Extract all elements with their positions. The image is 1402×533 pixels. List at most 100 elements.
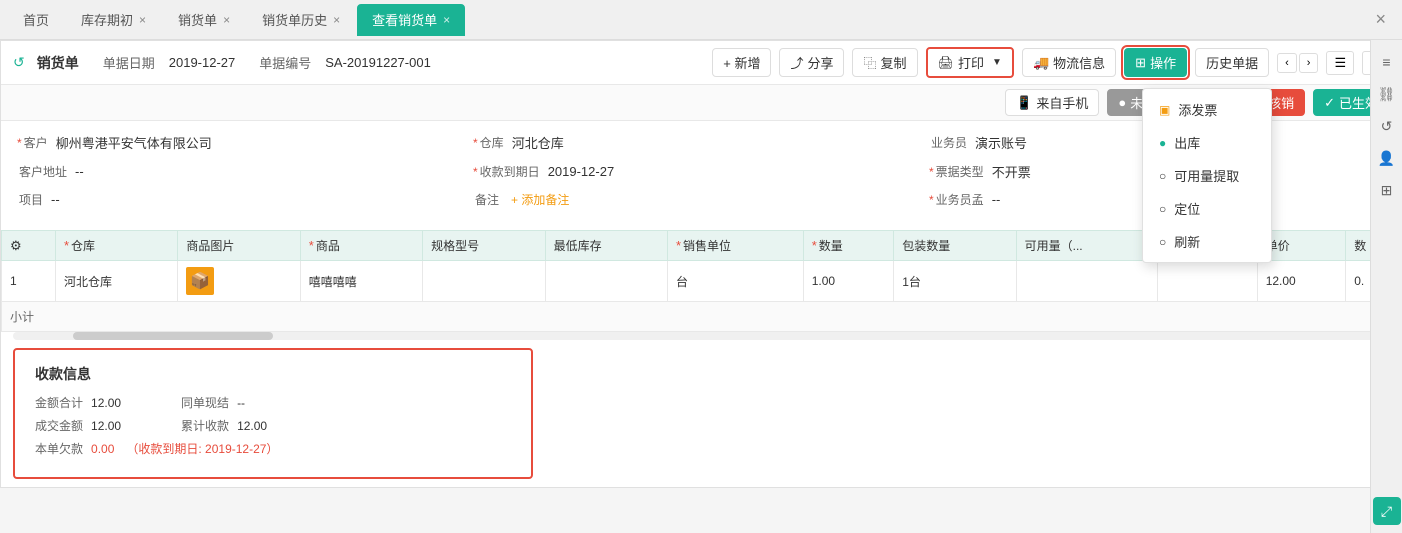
doc-icon: ↺ [13, 54, 25, 71]
col-spec: 规格型号 [423, 231, 545, 261]
ops-button[interactable]: ⊞ 操作 [1124, 48, 1187, 77]
share-button[interactable]: ⤴ 分享 [779, 48, 844, 77]
view-list-button[interactable]: ☰ [1326, 51, 1354, 75]
available-qty-icon: ○ [1159, 169, 1166, 183]
tab-sales-history-label: 销货单历史 [262, 10, 327, 29]
row-current [1157, 261, 1257, 302]
tab-sales-history-close[interactable]: × [333, 13, 340, 27]
nav-arrows: ‹ › [1277, 53, 1318, 73]
ops-icon: ⊞ [1135, 55, 1146, 71]
no-label: 单据编号 [259, 53, 311, 72]
subtotal-label: 小计 [2, 302, 1401, 332]
settings-icon[interactable]: ⚙ [10, 238, 22, 253]
menu-available-qty[interactable]: ○ 可用量提取 [1143, 159, 1271, 192]
print-dropdown-arrow: ▼ [992, 57, 1002, 68]
transaction-item: 成交金额 12.00 [35, 417, 121, 434]
new-button-label: + 新增 [723, 53, 760, 72]
col-available: 可用量（... [1016, 231, 1157, 261]
menu-add-invoice[interactable]: ▣ 添发票 [1143, 93, 1271, 126]
customer-label: 客户 [24, 134, 48, 151]
due-date-value: 2019-12-27 [548, 164, 615, 179]
tab-inventory-init-close[interactable]: × [139, 13, 146, 27]
truck-icon: 🚚 [1033, 55, 1049, 71]
total-amount-label: 金额合计 [35, 394, 83, 411]
tab-view-sales-label: 查看销货单 [372, 10, 437, 29]
address-label: 客户地址 [19, 163, 67, 180]
payment-row-1: 金额合计 12.00 同单现结 -- [35, 394, 511, 411]
menu-locate[interactable]: ○ 定位 [1143, 192, 1271, 225]
copy-button[interactable]: ⿻ 复制 [852, 48, 917, 77]
warehouse-field: * 仓库 河北仓库 [473, 133, 929, 152]
menu-refresh[interactable]: ○ 刷新 [1143, 225, 1271, 258]
transaction-value: 12.00 [91, 419, 121, 433]
project-field: 项目 -- [17, 191, 473, 208]
row-pack-qty: 1台 [894, 261, 1016, 302]
history-button-label: 历史单据 [1206, 53, 1258, 72]
col-warehouse: *仓库 [55, 231, 177, 261]
tab-inventory-init[interactable]: 库存期初 × [66, 4, 161, 36]
col-qty: *数量 [803, 231, 894, 261]
tab-sales-order-close[interactable]: × [223, 13, 230, 27]
cumulative-item: 累计收款 12.00 [181, 417, 267, 434]
staff2-value: -- [992, 192, 1001, 207]
address-field: 客户地址 -- [17, 163, 473, 180]
right-sidebar: ≡ ⛓ ↺ 👤 ⊞ ⤢ [1370, 40, 1402, 533]
tab-home-label: 首页 [23, 10, 49, 29]
tab-sales-history[interactable]: 销货单历史 × [247, 4, 355, 36]
share-button-label: 分享 [807, 53, 833, 72]
menu-outbound[interactable]: ● 出库 [1143, 126, 1271, 159]
tab-sales-order[interactable]: 销货单 × [163, 4, 245, 36]
row-product: 嘻嘻嘻嘻 [300, 261, 422, 302]
nav-prev-button[interactable]: ‹ [1277, 53, 1297, 73]
print-button[interactable]: 🖨 打印 ▼ [926, 47, 1014, 78]
global-close-button[interactable]: × [1367, 9, 1394, 30]
locate-icon: ○ [1159, 202, 1166, 216]
sidebar-icon-5[interactable]: ⊞ [1373, 176, 1401, 204]
locate-label: 定位 [1174, 199, 1200, 218]
add-invoice-label: 添发票 [1178, 100, 1217, 119]
same-settlement-label: 同单现结 [181, 394, 229, 411]
logistics-button[interactable]: 🚚 物流信息 [1022, 48, 1116, 77]
sidebar-icon-1[interactable]: ≡ [1373, 48, 1401, 76]
nav-next-button[interactable]: › [1299, 53, 1319, 73]
due-note: （收款到期日: 2019-12-27） [126, 440, 278, 457]
note-label: 备注 [475, 191, 499, 208]
sidebar-icon-expand[interactable]: ⤢ [1373, 497, 1401, 525]
print-icon: 🖨 [938, 55, 955, 71]
add-invoice-icon: ▣ [1159, 103, 1170, 117]
row-price: 12.00 [1257, 261, 1346, 302]
warehouse-value: 河北仓库 [512, 133, 564, 152]
sidebar-icon-3[interactable]: ↺ [1373, 112, 1401, 140]
staff2-star: * [929, 193, 934, 207]
row-spec [423, 261, 545, 302]
from-phone-label: 来自手机 [1036, 93, 1088, 112]
sidebar-icon-4[interactable]: 👤 [1373, 144, 1401, 172]
row-warehouse: 河北仓库 [55, 261, 177, 302]
payment-info: 收款信息 金额合计 12.00 同单现结 -- 成交金额 12.00 [13, 348, 533, 479]
col-settings: ⚙ [2, 231, 56, 261]
doc-title: 销货单 [37, 53, 79, 73]
payment-row-3: 本单欠款 0.00 （收款到期日: 2019-12-27） [35, 440, 511, 457]
ops-highlight-box: ⊞ 操作 [1124, 48, 1187, 77]
col-img: 商品图片 [178, 231, 300, 261]
sidebar-icon-2[interactable]: ⛓ [1373, 80, 1401, 108]
staff-label: 业务员 [931, 134, 967, 151]
new-button[interactable]: + 新增 [712, 48, 771, 77]
customer-field: * 客户 柳州粤港平安气体有限公司 [17, 133, 473, 152]
scroll-track[interactable] [13, 332, 1389, 340]
row-img: 📦 [178, 261, 300, 302]
row-qty: 1.00 [803, 261, 894, 302]
from-phone-button[interactable]: 📱 来自手机 [1005, 89, 1099, 116]
scroll-thumb[interactable] [73, 332, 273, 340]
customer-value: 柳州粤港平安气体有限公司 [56, 133, 212, 152]
due-date-field: * 收款到期日 2019-12-27 [473, 163, 929, 180]
not-open-icon: ● [1118, 95, 1126, 110]
history-button[interactable]: 历史单据 [1195, 48, 1269, 77]
tab-view-sales-close[interactable]: × [443, 13, 450, 27]
row-num: 1 [2, 261, 56, 302]
tab-view-sales[interactable]: 查看销货单 × [357, 4, 465, 36]
tab-home[interactable]: 首页 [8, 4, 64, 36]
add-note-button[interactable]: + 添加备注 [511, 191, 569, 208]
logistics-button-label: 物流信息 [1053, 53, 1105, 72]
warehouse-label: 仓库 [480, 134, 504, 151]
